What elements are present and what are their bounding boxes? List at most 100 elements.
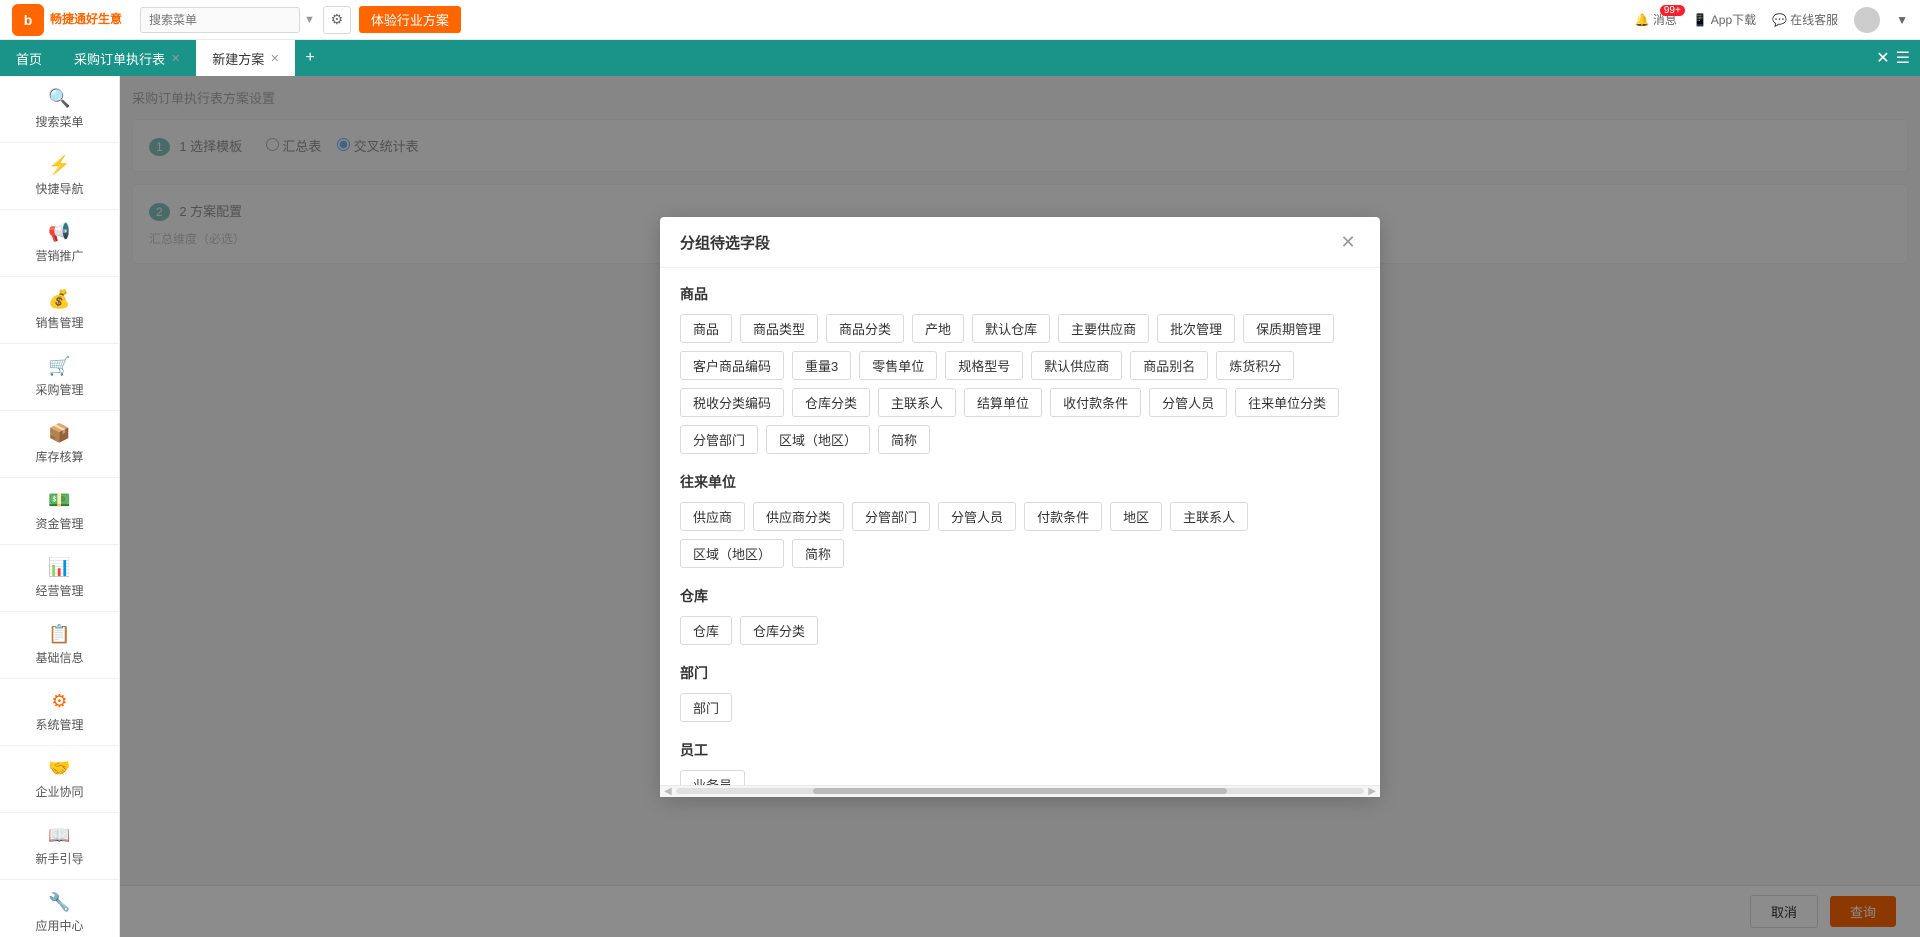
- sidebar-item-marketing[interactable]: 📢 营销推广: [0, 210, 119, 277]
- group-product-title: 商品: [680, 284, 1360, 304]
- field-tag[interactable]: 规格型号: [945, 351, 1023, 380]
- sidebar-item-operations[interactable]: 📊 经营管理: [0, 545, 119, 612]
- field-tag[interactable]: 简称: [878, 425, 930, 454]
- app-download-button[interactable]: 📱 App下载: [1693, 11, 1756, 28]
- field-tag[interactable]: 主联系人: [1170, 502, 1248, 531]
- field-tag[interactable]: 收付款条件: [1050, 388, 1141, 417]
- sidebar-item-system[interactable]: ⚙ 系统管理: [0, 679, 119, 746]
- sidebar-item-collab[interactable]: 🤝 企业协同: [0, 746, 119, 813]
- modal-body[interactable]: 商品 商品 商品类型 商品分类 产地 默认仓库 主要供应商 批次管理 保质期管理…: [660, 268, 1380, 785]
- field-tag[interactable]: 分管部门: [852, 502, 930, 531]
- modal-horizontal-scrollbar[interactable]: ◀ ▶: [660, 785, 1380, 797]
- quicknav-icon: ⚡: [48, 155, 70, 176]
- field-tag[interactable]: 区域（地区）: [680, 539, 784, 568]
- tab-purchase-order[interactable]: 采购订单执行表 ✕: [58, 40, 196, 76]
- field-tag[interactable]: 分管人员: [938, 502, 1016, 531]
- field-tag[interactable]: 税收分类编码: [680, 388, 784, 417]
- sidebar-item-guide[interactable]: 📖 新手引导: [0, 813, 119, 880]
- service-button[interactable]: 💬 在线客服: [1772, 11, 1838, 28]
- modal-header: 分组待选字段 ✕: [660, 217, 1380, 268]
- tab-new-plan[interactable]: 新建方案 ✕: [196, 40, 295, 76]
- bell-icon: 🔔: [1635, 13, 1650, 27]
- field-tag[interactable]: 保质期管理: [1243, 314, 1334, 343]
- group-dept-title: 部门: [680, 663, 1360, 683]
- field-tag[interactable]: 分管人员: [1149, 388, 1227, 417]
- hscroll-right-icon[interactable]: ▶: [1364, 786, 1376, 797]
- field-group-dept: 部门 部门: [680, 663, 1360, 722]
- sidebar-guide-label: 新手引导: [35, 850, 83, 867]
- sidebar: 🔍 搜索菜单 ⚡ 快捷导航 📢 营销推广 💰 销售管理 🛒 采购管理 📦 库存核…: [0, 76, 120, 937]
- operations-icon: 📊: [48, 557, 70, 578]
- field-tag[interactable]: 商品别名: [1130, 351, 1208, 380]
- sidebar-marketing-label: 营销推广: [35, 247, 83, 264]
- field-tag[interactable]: 零售单位: [859, 351, 937, 380]
- field-tag[interactable]: 地区: [1110, 502, 1162, 531]
- tab-add-icon[interactable]: +: [295, 49, 324, 67]
- field-tag[interactable]: 商品类型: [740, 314, 818, 343]
- sidebar-item-apps[interactable]: 🔧 应用中心: [0, 880, 119, 937]
- tabbar-menu-icon[interactable]: ☰: [1896, 48, 1910, 68]
- sidebar-collab-label: 企业协同: [35, 783, 83, 800]
- modal-title: 分组待选字段: [680, 232, 770, 253]
- field-tag[interactable]: 仓库分类: [792, 388, 870, 417]
- tab-home[interactable]: 首页: [0, 40, 58, 76]
- tabbar-close-icon[interactable]: ✕: [1876, 48, 1889, 68]
- sidebar-finance-label: 资金管理: [35, 515, 83, 532]
- sidebar-purchase-label: 采购管理: [35, 381, 83, 398]
- field-tag[interactable]: 批次管理: [1157, 314, 1235, 343]
- field-tag[interactable]: 商品: [680, 314, 732, 343]
- field-tag[interactable]: 炼货积分: [1216, 351, 1294, 380]
- field-tag[interactable]: 默认供应商: [1031, 351, 1122, 380]
- tab-purchase-close-icon[interactable]: ✕: [171, 52, 180, 65]
- field-tag[interactable]: 产地: [912, 314, 964, 343]
- field-tag[interactable]: 商品分类: [826, 314, 904, 343]
- field-tag[interactable]: 主要供应商: [1058, 314, 1149, 343]
- sidebar-item-base-info[interactable]: 📋 基础信息: [0, 612, 119, 679]
- avatar[interactable]: [1854, 7, 1880, 33]
- sidebar-item-search[interactable]: 🔍 搜索菜单: [0, 76, 119, 143]
- content-area: 采购订单执行表方案设置 1 1 选择模板 汇总表 交叉统计表 2 2 方案配置 …: [120, 76, 1920, 937]
- sidebar-item-inventory[interactable]: 📦 库存核算: [0, 411, 119, 478]
- field-tag[interactable]: 客户商品编码: [680, 351, 784, 380]
- sidebar-item-sales[interactable]: 💰 销售管理: [0, 277, 119, 344]
- field-tag[interactable]: 供应商分类: [753, 502, 844, 531]
- sidebar-item-purchase[interactable]: 🛒 采购管理: [0, 344, 119, 411]
- topbar: b 畅捷通好生意 ▼ ⚙ 体验行业方案 🔔 消息 99+ 📱 App下载 💬 在…: [0, 0, 1920, 40]
- sidebar-item-quicknav[interactable]: ⚡ 快捷导航: [0, 143, 119, 210]
- field-tag[interactable]: 区域（地区）: [766, 425, 870, 454]
- search-input[interactable]: [140, 7, 300, 33]
- field-tag[interactable]: 仓库分类: [740, 616, 818, 645]
- field-tag[interactable]: 默认仓库: [972, 314, 1050, 343]
- marketing-icon: 📢: [48, 222, 70, 243]
- tab-purchase-label: 采购订单执行表: [74, 49, 165, 68]
- search-icon: 🔍: [48, 88, 70, 109]
- group-partner-tags: 供应商 供应商分类 分管部门 分管人员 付款条件 地区 主联系人 区域（地区） …: [680, 502, 1360, 568]
- hscroll-left-icon[interactable]: ◀: [664, 786, 676, 797]
- field-tag[interactable]: 主联系人: [878, 388, 956, 417]
- field-tag[interactable]: 重量3: [792, 351, 851, 380]
- user-more-icon: ▼: [1896, 13, 1908, 27]
- service-label: 在线客服: [1790, 11, 1838, 28]
- field-tag[interactable]: 部门: [680, 693, 732, 722]
- modal-dialog: 分组待选字段 ✕ 商品 商品 商品类型 商品分类 产地: [660, 217, 1380, 797]
- logo-area: b 畅捷通好生意: [12, 4, 132, 36]
- field-tag[interactable]: 供应商: [680, 502, 745, 531]
- gear-button[interactable]: ⚙: [323, 6, 351, 34]
- bell-button[interactable]: 🔔 消息 99+: [1635, 11, 1677, 28]
- field-tag[interactable]: 往来单位分类: [1235, 388, 1339, 417]
- tab-new-plan-close-icon[interactable]: ✕: [270, 52, 279, 65]
- sidebar-item-finance[interactable]: 💵 资金管理: [0, 478, 119, 545]
- field-tag[interactable]: 付款条件: [1024, 502, 1102, 531]
- modal-close-button[interactable]: ✕: [1336, 231, 1360, 255]
- field-group-partner: 往来单位 供应商 供应商分类 分管部门 分管人员 付款条件 地区 主联系人 区域…: [680, 472, 1360, 568]
- main-layout: 🔍 搜索菜单 ⚡ 快捷导航 📢 营销推广 💰 销售管理 🛒 采购管理 📦 库存核…: [0, 76, 1920, 937]
- hscroll-thumb[interactable]: [813, 788, 1226, 794]
- field-tag[interactable]: 业务员: [680, 770, 745, 785]
- app-label: App下载: [1711, 11, 1756, 28]
- field-tag[interactable]: 分管部门: [680, 425, 758, 454]
- field-tag[interactable]: 仓库: [680, 616, 732, 645]
- guide-icon: 📖: [48, 825, 70, 846]
- try-button[interactable]: 体验行业方案: [359, 6, 461, 33]
- field-tag[interactable]: 结算单位: [964, 388, 1042, 417]
- field-tag[interactable]: 简称: [792, 539, 844, 568]
